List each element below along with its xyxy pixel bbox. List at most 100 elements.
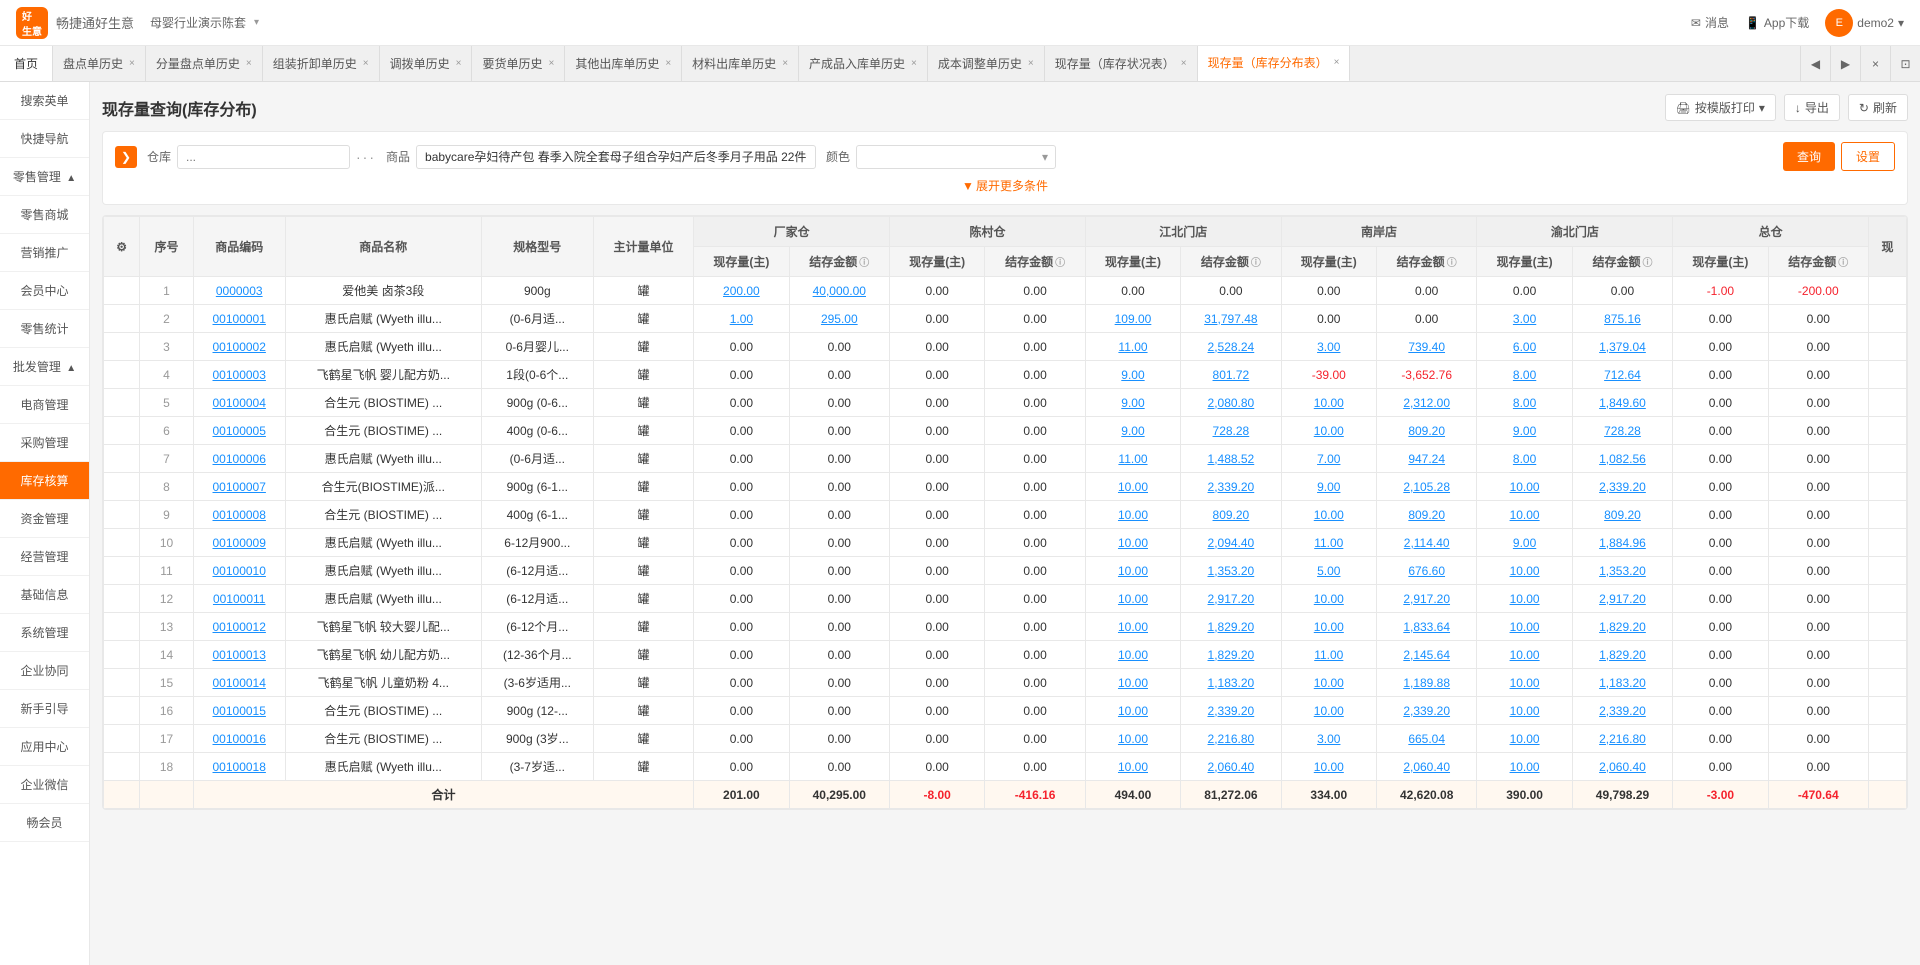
query-btn[interactable]: 查询 bbox=[1783, 142, 1835, 171]
messages-btn[interactable]: ✉ 消息 bbox=[1691, 14, 1729, 31]
tab-prev-btn[interactable]: ◀ bbox=[1800, 46, 1830, 82]
tab-close-all-btn[interactable]: × bbox=[1860, 46, 1890, 82]
expand-more-btn[interactable]: ▼ 展开更多条件 bbox=[962, 177, 1048, 194]
sidebar-item-wechat[interactable]: 企业微信 bbox=[0, 766, 89, 804]
sidebar-item-member[interactable]: 会员中心 bbox=[0, 272, 89, 310]
sidebar-item-operation[interactable]: 经营管理 bbox=[0, 538, 89, 576]
tab-partial-count[interactable]: 分量盘点单历史 × bbox=[146, 46, 263, 82]
table-row: 500100004合生元 (BIOSTIME) ...900g (0-6...罐… bbox=[104, 389, 1907, 417]
tab-material-out[interactable]: 材料出库单历史 × bbox=[682, 46, 799, 82]
sidebar-item-marketing[interactable]: 营销推广 bbox=[0, 234, 89, 272]
tab-close-icon[interactable]: × bbox=[548, 58, 554, 69]
print-btn[interactable]: 🖨 按模版打印 ▾ bbox=[1665, 94, 1776, 121]
color-dropdown-icon[interactable]: ▾ bbox=[1042, 150, 1048, 164]
tab-nav-buttons: ◀ ▶ × ⊡ bbox=[1800, 46, 1920, 82]
tab-close-icon[interactable]: × bbox=[782, 58, 788, 69]
th-gear[interactable]: ⚙ bbox=[104, 217, 140, 277]
chevron-icon: ▲ bbox=[66, 173, 76, 184]
sidebar-item-info[interactable]: 基础信息 bbox=[0, 576, 89, 614]
sidebar-item-nav[interactable]: 快捷导航 bbox=[0, 120, 89, 158]
tab-close-icon[interactable]: × bbox=[246, 58, 252, 69]
sidebar-item-purchase[interactable]: 采购管理 bbox=[0, 424, 89, 462]
tab-product-in[interactable]: 产成品入库单历史 × bbox=[799, 46, 928, 82]
sidebar-item-wholesale[interactable]: 批发管理 ▲ bbox=[0, 348, 89, 386]
th-warehouse1: 厂家仓 bbox=[694, 217, 890, 247]
settings-btn[interactable]: 设置 bbox=[1841, 142, 1895, 171]
export-btn[interactable]: ↓ 导出 bbox=[1784, 94, 1840, 121]
tab-close-icon[interactable]: × bbox=[456, 58, 462, 69]
th-w1-qty: 现存量(主) bbox=[694, 247, 789, 277]
sidebar-item-finance[interactable]: 资金管理 bbox=[0, 500, 89, 538]
table-row: 1600100015合生元 (BIOSTIME) ...900g (12-...… bbox=[104, 697, 1907, 725]
info-icon[interactable]: ⓘ bbox=[1055, 258, 1065, 269]
warehouse-dots-btn[interactable]: ··· bbox=[356, 149, 376, 165]
sidebar: 搜索英单 快捷导航 零售管理 ▲ 零售商城 营销推广 会员中心 零售统计 批发管… bbox=[0, 82, 90, 965]
search-row: ❯ 仓库 ··· 商品 颜色 ▾ 查询 设置 bbox=[115, 142, 1895, 171]
sidebar-item-shop[interactable]: 零售商城 bbox=[0, 196, 89, 234]
tab-close-icon[interactable]: × bbox=[1334, 57, 1340, 68]
sidebar-item-stats[interactable]: 零售统计 bbox=[0, 310, 89, 348]
tab-close-icon[interactable]: × bbox=[363, 58, 369, 69]
search-area: ❯ 仓库 ··· 商品 颜色 ▾ 查询 设置 ▼ 展开更 bbox=[102, 131, 1908, 205]
summary-row: 合计201.0040,295.00-8.00-416.16494.0081,27… bbox=[104, 781, 1907, 809]
table-row: 1100100010惠氏启赋 (Wyeth illu...(6-12月适...罐… bbox=[104, 557, 1907, 585]
sidebar-item-appcenter[interactable]: 应用中心 bbox=[0, 728, 89, 766]
user-area[interactable]: E demo2 ▾ bbox=[1825, 9, 1904, 37]
tab-home[interactable]: 首页 bbox=[0, 46, 53, 82]
table-row: 1700100016合生元 (BIOSTIME) ...900g (3岁...罐… bbox=[104, 725, 1907, 753]
app-download-btn[interactable]: 📱 App下载 bbox=[1745, 14, 1809, 31]
refresh-btn[interactable]: ↻ 刷新 bbox=[1848, 94, 1908, 121]
logo-text: 畅捷通好生意 bbox=[56, 13, 134, 32]
sidebar-item-vip[interactable]: 畅会员 bbox=[0, 804, 89, 842]
tab-stock-dist[interactable]: 现存量（库存分布表）× bbox=[1198, 46, 1351, 82]
th-unit: 主计量单位 bbox=[593, 217, 694, 277]
tab-requisition[interactable]: 要货单历史 × bbox=[472, 46, 565, 82]
collapse-btn[interactable]: ❯ bbox=[115, 146, 137, 168]
chevron-icon: ▲ bbox=[66, 363, 76, 374]
print-icon: 🖨 bbox=[1676, 101, 1691, 115]
info-icon[interactable]: ⓘ bbox=[1642, 258, 1652, 269]
tab-assembly[interactable]: 组装折卸单历史 × bbox=[263, 46, 380, 82]
sidebar-item-ecommerce[interactable]: 电商管理 bbox=[0, 386, 89, 424]
table-row: 1300100012飞鹤星飞帆 较大婴儿配...(6-12个月...罐0.000… bbox=[104, 613, 1907, 641]
sidebar-item-inventory[interactable]: 库存核算 bbox=[0, 462, 89, 500]
th-w4-qty: 现存量(主) bbox=[1281, 247, 1376, 277]
th-total-qty: 现存量(主) bbox=[1673, 247, 1768, 277]
table-row: 900100008合生元 (BIOSTIME) ...400g (6-1...罐… bbox=[104, 501, 1907, 529]
tab-close-icon[interactable]: × bbox=[1181, 58, 1187, 69]
top-right: ✉ 消息 📱 App下载 E demo2 ▾ bbox=[1691, 9, 1904, 37]
th-total-amt: 结存金额ⓘ bbox=[1768, 247, 1869, 277]
tab-close-icon[interactable]: × bbox=[1028, 58, 1034, 69]
info-icon[interactable]: ⓘ bbox=[859, 258, 869, 269]
tab-expand-btn[interactable]: ⊡ bbox=[1890, 46, 1920, 82]
tab-stock-status[interactable]: 现存量（库存状况表）× bbox=[1045, 46, 1198, 82]
table-row: 200100001惠氏启赋 (Wyeth illu...(0-6月适...罐1.… bbox=[104, 305, 1907, 333]
goods-input[interactable] bbox=[416, 145, 816, 169]
gear-icon[interactable]: ⚙ bbox=[116, 240, 127, 254]
tab-next-btn[interactable]: ▶ bbox=[1830, 46, 1860, 82]
tab-transfer[interactable]: 调拨单历史 × bbox=[380, 46, 473, 82]
sidebar-item-collab[interactable]: 企业协同 bbox=[0, 652, 89, 690]
th-warehouse5: 渝北门店 bbox=[1477, 217, 1673, 247]
tab-inventory-count[interactable]: 盘点单历史 × bbox=[53, 46, 146, 82]
warehouse-input[interactable] bbox=[177, 145, 350, 169]
info-icon[interactable]: ⓘ bbox=[1447, 258, 1457, 269]
info-icon[interactable]: ⓘ bbox=[1251, 258, 1261, 269]
sidebar-item-search[interactable]: 搜索英单 bbox=[0, 82, 89, 120]
tab-close-icon[interactable]: × bbox=[665, 58, 671, 69]
sidebar-item-guide[interactable]: 新手引导 bbox=[0, 690, 89, 728]
table-row: 600100005合生元 (BIOSTIME) ...400g (0-6...罐… bbox=[104, 417, 1907, 445]
info-icon[interactable]: ⓘ bbox=[1838, 258, 1848, 269]
sidebar-item-system[interactable]: 系统管理 bbox=[0, 614, 89, 652]
tab-close-icon[interactable]: × bbox=[911, 58, 917, 69]
message-icon: ✉ bbox=[1691, 16, 1701, 30]
tab-close-icon[interactable]: × bbox=[129, 58, 135, 69]
sidebar-item-retail[interactable]: 零售管理 ▲ bbox=[0, 158, 89, 196]
tab-other-out[interactable]: 其他出库单历史 × bbox=[565, 46, 682, 82]
tab-cost-adjust[interactable]: 成本调整单历史 × bbox=[928, 46, 1045, 82]
th-w3-qty: 现存量(主) bbox=[1085, 247, 1180, 277]
th-code: 商品编码 bbox=[193, 217, 285, 277]
nav-dropdown-icon[interactable]: ▾ bbox=[254, 17, 259, 28]
color-input[interactable] bbox=[856, 145, 1056, 169]
nav-label: 母婴行业演示陈套 bbox=[150, 14, 246, 31]
